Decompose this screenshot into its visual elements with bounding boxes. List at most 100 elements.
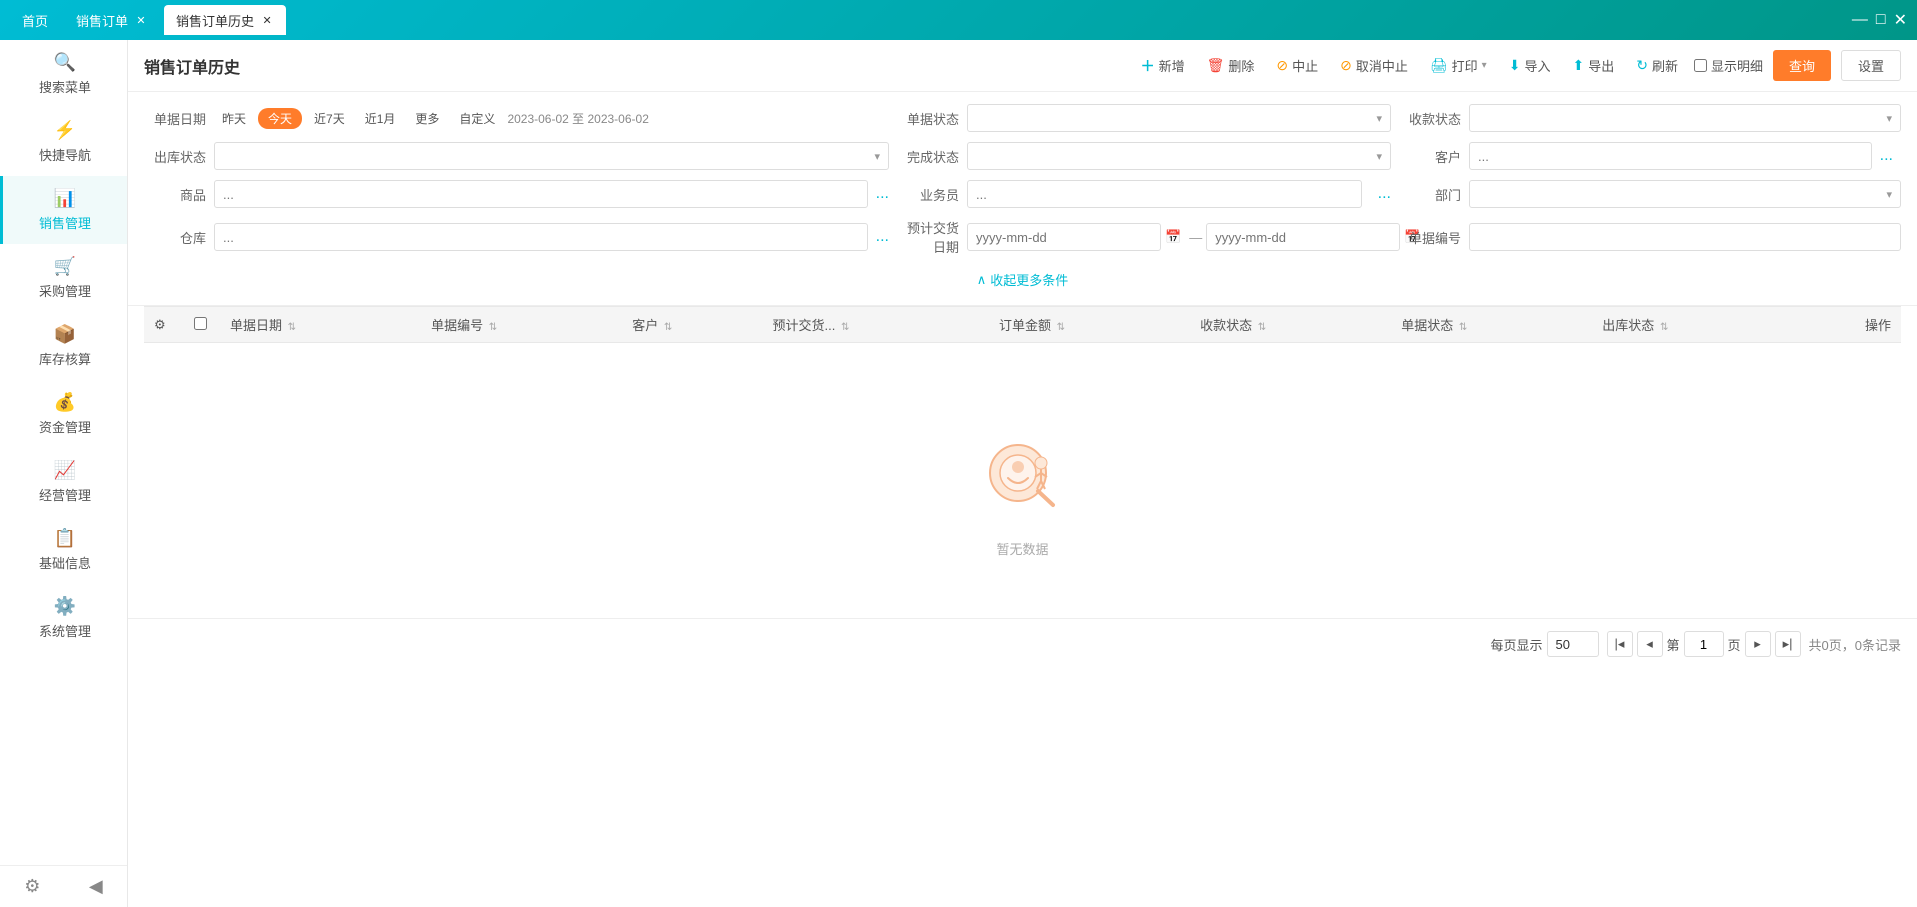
window-close[interactable]: ✕ bbox=[1894, 10, 1907, 30]
page-number-input[interactable] bbox=[1684, 631, 1724, 657]
import-label: 导入 bbox=[1524, 56, 1550, 75]
add-label: 新增 bbox=[1159, 56, 1185, 75]
window-maximize[interactable]: □ bbox=[1876, 11, 1886, 29]
payment-status-select[interactable]: ▾ bbox=[1469, 104, 1901, 132]
th-amount[interactable]: 订单金额 ⇅ bbox=[989, 307, 1190, 343]
import-icon: ⬇ bbox=[1509, 57, 1521, 74]
sidebar-item-operation[interactable]: 📈 经营管理 bbox=[0, 448, 127, 516]
sidebar-item-finance[interactable]: 💰 资金管理 bbox=[0, 380, 127, 448]
date-1month[interactable]: 近1月 bbox=[357, 108, 404, 129]
expected-date-label: 预计交货日期 bbox=[897, 218, 967, 256]
first-page-btn[interactable]: |◂ bbox=[1607, 631, 1633, 657]
date-custom[interactable]: 自定义 bbox=[451, 108, 503, 129]
settings-button[interactable]: 设置 bbox=[1841, 50, 1901, 81]
sidebar-item-inventory-label: 库存核算 bbox=[39, 349, 91, 368]
tab-home-label: 首页 bbox=[22, 11, 48, 30]
export-button[interactable]: ⬆ 导出 bbox=[1566, 52, 1620, 79]
tab-sales-order-history[interactable]: 销售订单历史 ✕ bbox=[164, 5, 286, 35]
cancel-stop-label: 取消中止 bbox=[1356, 56, 1408, 75]
empty-text: 暂无数据 bbox=[996, 539, 1048, 558]
date-today[interactable]: 今天 bbox=[258, 108, 302, 129]
sidebar-item-sys-mgmt[interactable]: ⚙️ 系统管理 bbox=[0, 584, 127, 652]
collapse-up-icon: ∧ bbox=[977, 272, 987, 288]
last-page-btn[interactable]: ▸| bbox=[1775, 631, 1801, 657]
dept-select[interactable]: ▾ bbox=[1469, 180, 1901, 208]
stop-button[interactable]: ⊘ 中止 bbox=[1270, 52, 1324, 79]
add-icon: ＋ bbox=[1141, 56, 1155, 76]
sidebar-item-inventory[interactable]: 📦 库存核算 bbox=[0, 312, 127, 380]
sidebar-item-basic-info[interactable]: 📋 基础信息 bbox=[0, 516, 127, 584]
print-label: 打印 bbox=[1452, 56, 1478, 75]
delete-button[interactable]: 🗑 删除 bbox=[1201, 52, 1261, 79]
order-status-arrow-icon: ▾ bbox=[1376, 112, 1382, 125]
calendar-start-icon[interactable]: 📅 bbox=[1161, 229, 1185, 245]
sort-amount-icon: ⇅ bbox=[1057, 322, 1065, 333]
complete-status-select[interactable]: ▾ bbox=[967, 142, 1391, 170]
filter-order-no-col: 单据编号 bbox=[1399, 223, 1901, 251]
sidebar-collapse-btn[interactable]: ◀ bbox=[89, 876, 103, 897]
finance-icon: 💰 bbox=[54, 392, 76, 413]
goods-input[interactable] bbox=[214, 180, 868, 208]
tab-sales-order-history-close[interactable]: ✕ bbox=[260, 13, 274, 27]
window-minimize[interactable]: — bbox=[1852, 11, 1868, 29]
prev-page-btn[interactable]: ◂ bbox=[1637, 631, 1663, 657]
salesperson-dots[interactable]: ... bbox=[1370, 185, 1399, 203]
next-page-btn[interactable]: ▸ bbox=[1745, 631, 1771, 657]
customer-dots[interactable]: ... bbox=[1872, 147, 1901, 165]
th-expected-date[interactable]: 预计交货... ⇅ bbox=[763, 307, 989, 343]
filter-warehouse-col: 仓库 ... bbox=[144, 223, 897, 251]
table-settings-icon[interactable]: ⚙ bbox=[154, 317, 166, 332]
collapse-bar[interactable]: ∧ 收起更多条件 bbox=[144, 266, 1901, 293]
sidebar-settings-btn[interactable]: ⚙ bbox=[24, 876, 40, 897]
th-date[interactable]: 单据日期 ⇅ bbox=[220, 307, 421, 343]
page-header: 销售订单历史 ＋ 新增 🗑 删除 ⊘ 中止 ⊘ bbox=[128, 40, 1917, 92]
page-size-dropdown[interactable]: 50 100 200 bbox=[1547, 631, 1599, 657]
filter-payment-status-col: 收款状态 ▾ bbox=[1399, 104, 1901, 132]
import-button[interactable]: ⬇ 导入 bbox=[1503, 52, 1557, 79]
query-button[interactable]: 查询 bbox=[1773, 50, 1831, 81]
show-detail-checkbox[interactable] bbox=[1694, 59, 1707, 72]
delivery-status-arrow-icon: ▾ bbox=[874, 150, 880, 163]
date-7days[interactable]: 近7天 bbox=[306, 108, 353, 129]
sidebar-item-purchase-mgmt[interactable]: 🛒 采购管理 bbox=[0, 244, 127, 312]
salesperson-input[interactable] bbox=[967, 180, 1362, 208]
th-delivery-status[interactable]: 出库状态 ⇅ bbox=[1592, 307, 1793, 343]
select-all-checkbox[interactable] bbox=[194, 317, 207, 330]
sidebar-item-sales-mgmt[interactable]: 📊 销售管理 bbox=[0, 176, 127, 244]
warehouse-input[interactable] bbox=[214, 223, 868, 251]
cancel-stop-button[interactable]: ⊘ 取消中止 bbox=[1334, 52, 1414, 79]
th-order-status[interactable]: 单据状态 ⇅ bbox=[1391, 307, 1592, 343]
show-detail-checkbox-label[interactable]: 显示明细 bbox=[1694, 56, 1763, 75]
toolbar: ＋ 新增 🗑 删除 ⊘ 中止 ⊘ 取消中止 bbox=[1135, 50, 1901, 81]
sidebar-item-quick-nav[interactable]: ⚡ 快捷导航 bbox=[0, 108, 127, 176]
pagination-bar: 每页显示 50 100 200 |◂ ◂ 第 页 ▸ ▸| 共0页，0条 bbox=[128, 618, 1917, 669]
goods-dots[interactable]: ... bbox=[868, 185, 897, 203]
th-amount-label: 订单金额 bbox=[999, 318, 1051, 333]
warehouse-dots[interactable]: ... bbox=[868, 228, 897, 246]
sidebar-item-purchase-mgmt-label: 采购管理 bbox=[39, 281, 91, 300]
customer-input[interactable] bbox=[1469, 142, 1872, 170]
expected-date-start[interactable] bbox=[967, 223, 1161, 251]
refresh-button[interactable]: ↻ 刷新 bbox=[1630, 52, 1684, 79]
date-more[interactable]: 更多 bbox=[407, 108, 447, 129]
print-button[interactable]: 🖨 打印 ▾ bbox=[1424, 52, 1493, 79]
sidebar-item-finance-label: 资金管理 bbox=[39, 417, 91, 436]
order-status-select[interactable]: ▾ bbox=[967, 104, 1391, 132]
sidebar-bottom: ⚙ ◀ bbox=[0, 865, 127, 907]
tab-sales-order[interactable]: 销售订单 ✕ bbox=[64, 5, 160, 35]
order-no-input[interactable] bbox=[1469, 223, 1901, 251]
th-settings[interactable]: ⚙ bbox=[144, 307, 184, 343]
delivery-status-select[interactable]: ▾ bbox=[214, 142, 889, 170]
add-button[interactable]: ＋ 新增 bbox=[1135, 52, 1191, 80]
sort-date-icon: ⇅ bbox=[288, 322, 296, 333]
page-nav: |◂ ◂ 第 页 ▸ ▸| bbox=[1607, 631, 1801, 657]
date-yesterday[interactable]: 昨天 bbox=[214, 108, 254, 129]
th-order-no[interactable]: 单据编号 ⇅ bbox=[421, 307, 622, 343]
sidebar-item-search-menu[interactable]: 🔍 搜索菜单 bbox=[0, 40, 127, 108]
delete-icon: 🗑 bbox=[1207, 57, 1225, 74]
tab-home[interactable]: 首页 bbox=[10, 5, 60, 35]
th-customer[interactable]: 客户 ⇅ bbox=[622, 307, 762, 343]
expected-date-end[interactable] bbox=[1206, 223, 1400, 251]
tab-sales-order-close[interactable]: ✕ bbox=[134, 13, 148, 27]
th-payment-status[interactable]: 收款状态 ⇅ bbox=[1190, 307, 1391, 343]
